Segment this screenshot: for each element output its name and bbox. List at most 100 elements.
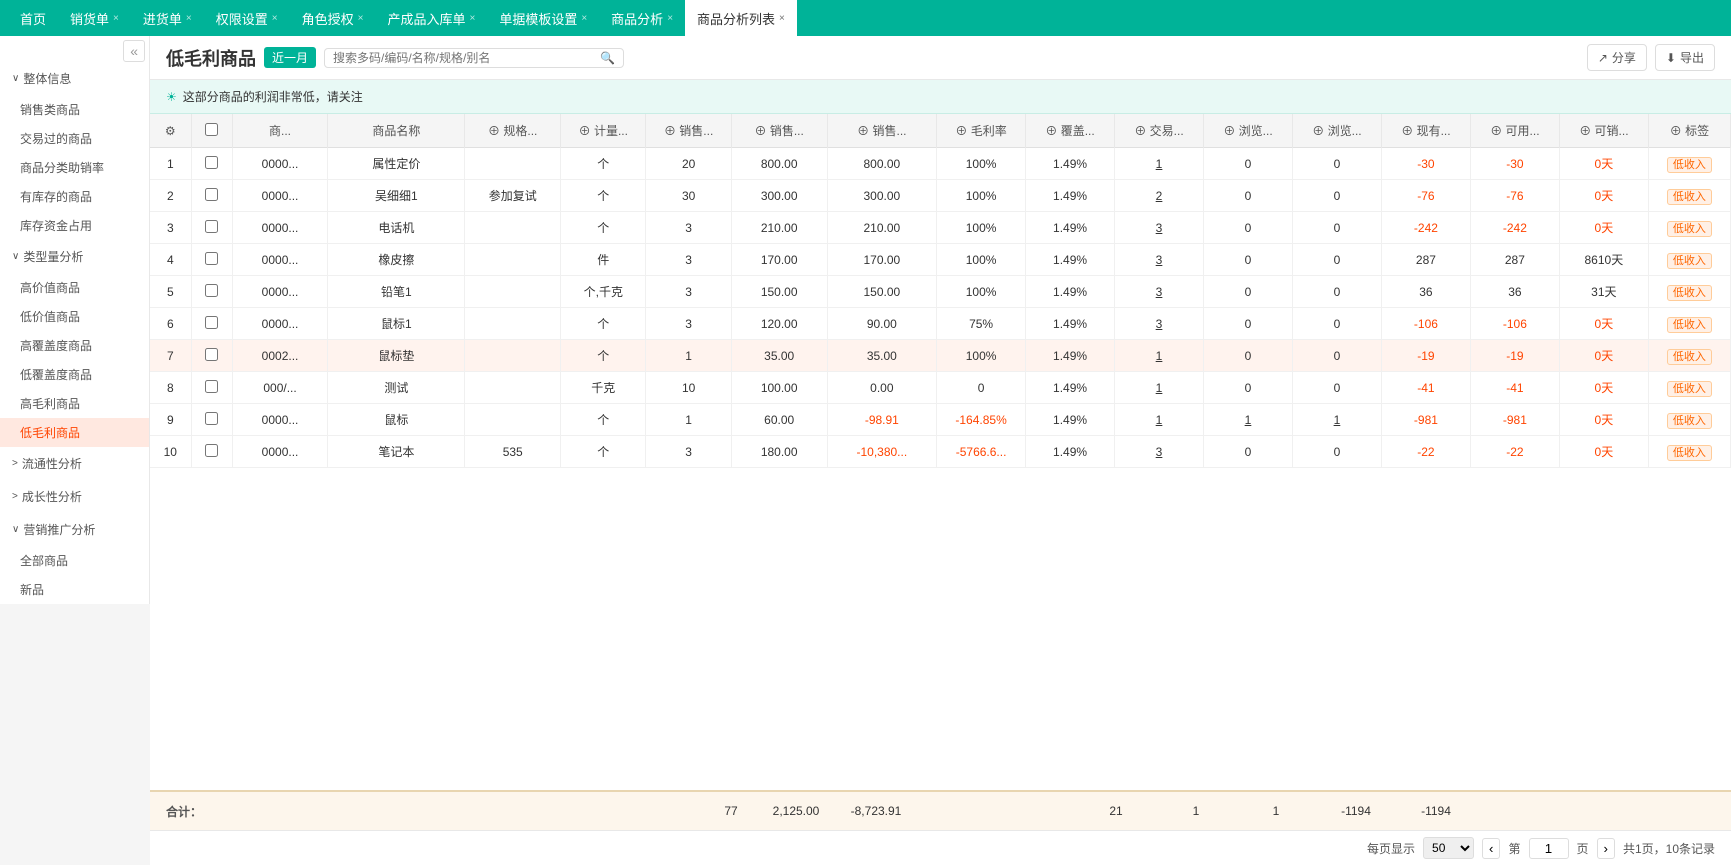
- close-icon[interactable]: ×: [779, 13, 785, 24]
- next-page-button[interactable]: ›: [1597, 838, 1615, 859]
- row-checkbox-1[interactable]: [205, 188, 218, 201]
- column-header-15[interactable]: ⊕ 可用...: [1470, 114, 1559, 148]
- column-header-5[interactable]: ⊕ 计量...: [561, 114, 646, 148]
- column-header-2[interactable]: 商...: [232, 114, 328, 148]
- column-header-17[interactable]: ⊕ 标签: [1648, 114, 1730, 148]
- per-page-select[interactable]: 50 20 100: [1423, 837, 1474, 859]
- sidebar-item-低价值商品[interactable]: 低价值商品: [0, 302, 149, 331]
- sellable-days-8: 0天: [1595, 413, 1614, 427]
- row-checkbox-0[interactable]: [205, 156, 218, 169]
- view-count-4-11[interactable]: 3: [1156, 285, 1163, 299]
- nav-item-角色授权[interactable]: 角色授权 ×: [290, 0, 376, 36]
- stock-val-9-14: -22: [1417, 445, 1434, 459]
- view-count-2-11[interactable]: 3: [1156, 221, 1163, 235]
- view-count-1-11[interactable]: 2: [1156, 189, 1163, 203]
- sidebar-item-高覆盖度商品[interactable]: 高覆盖度商品: [0, 331, 149, 360]
- settings-icon[interactable]: ⚙: [165, 124, 176, 138]
- view-count-6-11[interactable]: 1: [1156, 349, 1163, 363]
- page-number-input[interactable]: [1529, 838, 1569, 859]
- sidebar-item-低覆盖度商品[interactable]: 低覆盖度商品: [0, 360, 149, 389]
- sidebar-collapse-button[interactable]: «: [123, 40, 145, 62]
- cell-3-4: [465, 244, 561, 276]
- row-checkbox-8[interactable]: [205, 412, 218, 425]
- view-count-8-13[interactable]: 1: [1334, 413, 1341, 427]
- share-button[interactable]: ↗ 分享: [1587, 44, 1647, 71]
- sidebar-item-全部商品[interactable]: 全部商品: [0, 546, 149, 575]
- view-count-6-13: 0: [1334, 349, 1341, 363]
- nav-item-单据模板设置[interactable]: 单据模板设置 ×: [487, 0, 599, 36]
- view-count-8-12[interactable]: 1: [1245, 413, 1252, 427]
- sellable-days-7: 0天: [1595, 381, 1614, 395]
- share-icon: ↗: [1598, 51, 1608, 65]
- table-row: 20000...吴细细1参加复试个30300.00300.00100%1.49%…: [150, 180, 1731, 212]
- sidebar-group-成长性分析[interactable]: >成长性分析: [0, 480, 149, 513]
- view-count-5-12: 0: [1245, 317, 1252, 331]
- sidebar-item-库存资金占用[interactable]: 库存资金占用: [0, 211, 149, 240]
- column-header-14[interactable]: ⊕ 现有...: [1381, 114, 1470, 148]
- sidebar-item-商品分类助销率[interactable]: 商品分类助销率: [0, 153, 149, 182]
- row-checkbox-9[interactable]: [205, 444, 218, 457]
- column-header-13[interactable]: ⊕ 浏览...: [1292, 114, 1381, 148]
- column-header-3[interactable]: 商品名称: [328, 114, 465, 148]
- view-count-3-11[interactable]: 3: [1156, 253, 1163, 267]
- close-icon[interactable]: ×: [469, 13, 475, 24]
- prev-page-button[interactable]: ‹: [1482, 838, 1500, 859]
- sidebar-group-营销推广分析[interactable]: ∨营销推广分析: [0, 513, 149, 546]
- close-icon[interactable]: ×: [113, 13, 119, 24]
- sidebar-item-有库存的商品[interactable]: 有库存的商品: [0, 182, 149, 211]
- sidebar-item-高毛利商品[interactable]: 高毛利商品: [0, 389, 149, 418]
- table-row: 8000/...测试千克10100.000.0001.49%100-41-410…: [150, 372, 1731, 404]
- row-checkbox-2[interactable]: [205, 220, 218, 233]
- nav-item-权限设置[interactable]: 权限设置 ×: [204, 0, 290, 36]
- close-icon[interactable]: ×: [186, 13, 192, 24]
- column-header-12[interactable]: ⊕ 浏览...: [1204, 114, 1293, 148]
- column-header-6[interactable]: ⊕ 销售...: [646, 114, 731, 148]
- sidebar-item-新品[interactable]: 新品: [0, 575, 149, 604]
- row-checkbox-5[interactable]: [205, 316, 218, 329]
- column-header-8[interactable]: ⊕ 销售...: [827, 114, 937, 148]
- gross-rate-8: -164.85%: [955, 413, 1006, 427]
- view-count-9-11[interactable]: 3: [1156, 445, 1163, 459]
- view-count-0-11[interactable]: 1: [1156, 157, 1163, 171]
- sidebar-item-交易过的商品[interactable]: 交易过的商品: [0, 124, 149, 153]
- sidebar-group-类型量分析[interactable]: ∨类型量分析: [0, 240, 149, 273]
- nav-item-产成品入库单[interactable]: 产成品入库单 ×: [375, 0, 487, 36]
- nav-item-商品分析[interactable]: 商品分析 ×: [599, 0, 685, 36]
- sidebar-item-低毛利商品[interactable]: 低毛利商品: [0, 418, 149, 447]
- sidebar-group-流通性分析[interactable]: >流通性分析: [0, 447, 149, 480]
- column-header-4[interactable]: ⊕ 规格...: [465, 114, 561, 148]
- nav-item-首页[interactable]: 首页: [8, 0, 58, 36]
- close-icon[interactable]: ×: [667, 13, 673, 24]
- nav-item-商品分析列表[interactable]: 商品分析列表 ×: [685, 0, 797, 36]
- col-label-14: ⊕ 现有...: [1401, 124, 1450, 138]
- export-button[interactable]: ⬇ 导出: [1655, 44, 1715, 71]
- view-count-5-11[interactable]: 3: [1156, 317, 1163, 331]
- select-all-checkbox[interactable]: [205, 123, 218, 136]
- sidebar-item-高价值商品[interactable]: 高价值商品: [0, 273, 149, 302]
- date-badge[interactable]: 近一月: [264, 47, 316, 68]
- view-count-7-11[interactable]: 1: [1156, 381, 1163, 395]
- stock-val-8-15: -981: [1503, 413, 1527, 427]
- close-icon[interactable]: ×: [272, 13, 278, 24]
- search-input[interactable]: [333, 51, 600, 65]
- stock-val-7-15: -41: [1506, 381, 1523, 395]
- view-count-9-12: 0: [1245, 445, 1252, 459]
- column-header-9[interactable]: ⊕ 毛利率: [937, 114, 1026, 148]
- close-icon[interactable]: ×: [358, 13, 364, 24]
- sidebar-group-整体信息[interactable]: ∨整体信息: [0, 62, 149, 95]
- nav-item-进货单[interactable]: 进货单 ×: [131, 0, 204, 36]
- row-checkbox-3[interactable]: [205, 252, 218, 265]
- column-header-10[interactable]: ⊕ 覆盖...: [1026, 114, 1115, 148]
- search-box[interactable]: 🔍: [324, 48, 624, 68]
- row-checkbox-4[interactable]: [205, 284, 218, 297]
- nav-item-销货单[interactable]: 销货单 ×: [58, 0, 131, 36]
- close-icon[interactable]: ×: [581, 13, 587, 24]
- view-count-8-11[interactable]: 1: [1156, 413, 1163, 427]
- column-header-16[interactable]: ⊕ 可销...: [1559, 114, 1648, 148]
- row-checkbox-6[interactable]: [205, 348, 218, 361]
- column-header-11[interactable]: ⊕ 交易...: [1115, 114, 1204, 148]
- column-header-7[interactable]: ⊕ 销售...: [731, 114, 827, 148]
- sidebar-item-销售类商品[interactable]: 销售类商品: [0, 95, 149, 124]
- row-checkbox-7[interactable]: [205, 380, 218, 393]
- tag-badge-1: 低收入: [1667, 189, 1712, 205]
